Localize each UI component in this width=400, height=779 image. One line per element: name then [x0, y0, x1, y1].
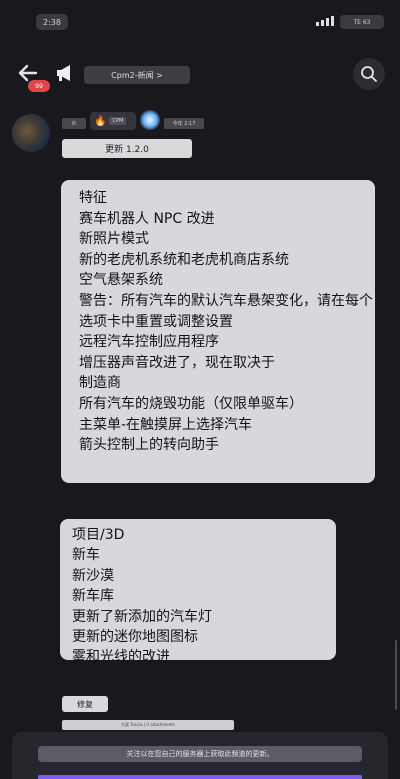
megaphone-icon [54, 62, 76, 84]
message-bubble-features: 特征 赛车机器人 NPC 改进 新照片模式 新的老虎机系统和老虎机商店系统 空气… [61, 180, 375, 483]
follow-notice: 关注以在您自己的服务器上获取此频道的更新。 [38, 746, 362, 762]
list-item: 雾和光线的改进 [72, 649, 170, 666]
status-time: 2:38 [36, 14, 68, 30]
follow-button[interactable] [38, 775, 362, 779]
list-item: 增压器声音改进了，现在取决于 [79, 354, 275, 371]
reaction-label: CPM [109, 117, 127, 125]
search-icon [361, 66, 377, 82]
network-status: TE 63 [340, 15, 384, 29]
channel-title[interactable]: Cpm2-新闻 > [84, 66, 190, 84]
list-item: 新的老虎机系统和老虎机商店系统 [79, 251, 289, 268]
signal-icon [316, 16, 334, 26]
scrollbar[interactable] [395, 640, 397, 710]
fire-icon: 🔥 [94, 115, 107, 127]
search-button[interactable] [353, 58, 385, 90]
list-item: 特征 [79, 190, 107, 206]
list-item: 新照片模式 [79, 231, 149, 248]
version-button[interactable]: 更新 1.2.0 [62, 139, 192, 158]
sparkle-icon [140, 110, 160, 130]
author-tag: 炎 [62, 118, 86, 129]
list-item: 更新了新添加的汽车灯 [72, 608, 212, 625]
list-item: 赛车机器人 NPC 改进 [79, 210, 215, 227]
fix-button[interactable]: 修复 [62, 696, 108, 712]
list-item: 项目/3D [72, 527, 125, 543]
message-bubble-3d: 项目/3D 新车 新沙漠 新车库 更新了新添加的汽车灯 更新的迷你地图图标 雾和… [60, 519, 336, 665]
list-item: 新车 [72, 547, 100, 564]
reaction-box[interactable]: 🔥 CPM [90, 112, 136, 130]
list-item: 远程汽车控制应用程序 [79, 334, 219, 351]
list-item: 更新的迷你地图图标 [72, 629, 198, 646]
list-item: 新车库 [72, 588, 114, 605]
avatar[interactable] [12, 114, 50, 152]
list-item: 所有汽车的烧毁功能（仅限单驱车） [79, 395, 303, 412]
list-item: 主菜单-在触摸屏上选择汽车 [79, 416, 253, 433]
list-item: 空气悬架系统 [79, 272, 163, 289]
list-item: 警告：所有汽车的默认汽车悬架变化，请在每个选项卡中重置或调整设置 [79, 292, 373, 330]
list-item: 新沙漠 [72, 567, 114, 584]
attachment-caption: 方案 Tuscia | 0 adachments [62, 720, 234, 730]
list-item: 箭头控制上的转向助手 [79, 437, 219, 454]
list-item: 制造商 [79, 375, 121, 392]
message-timestamp: 今年 2:17 [164, 118, 204, 129]
unread-badge: 99 [28, 80, 50, 92]
